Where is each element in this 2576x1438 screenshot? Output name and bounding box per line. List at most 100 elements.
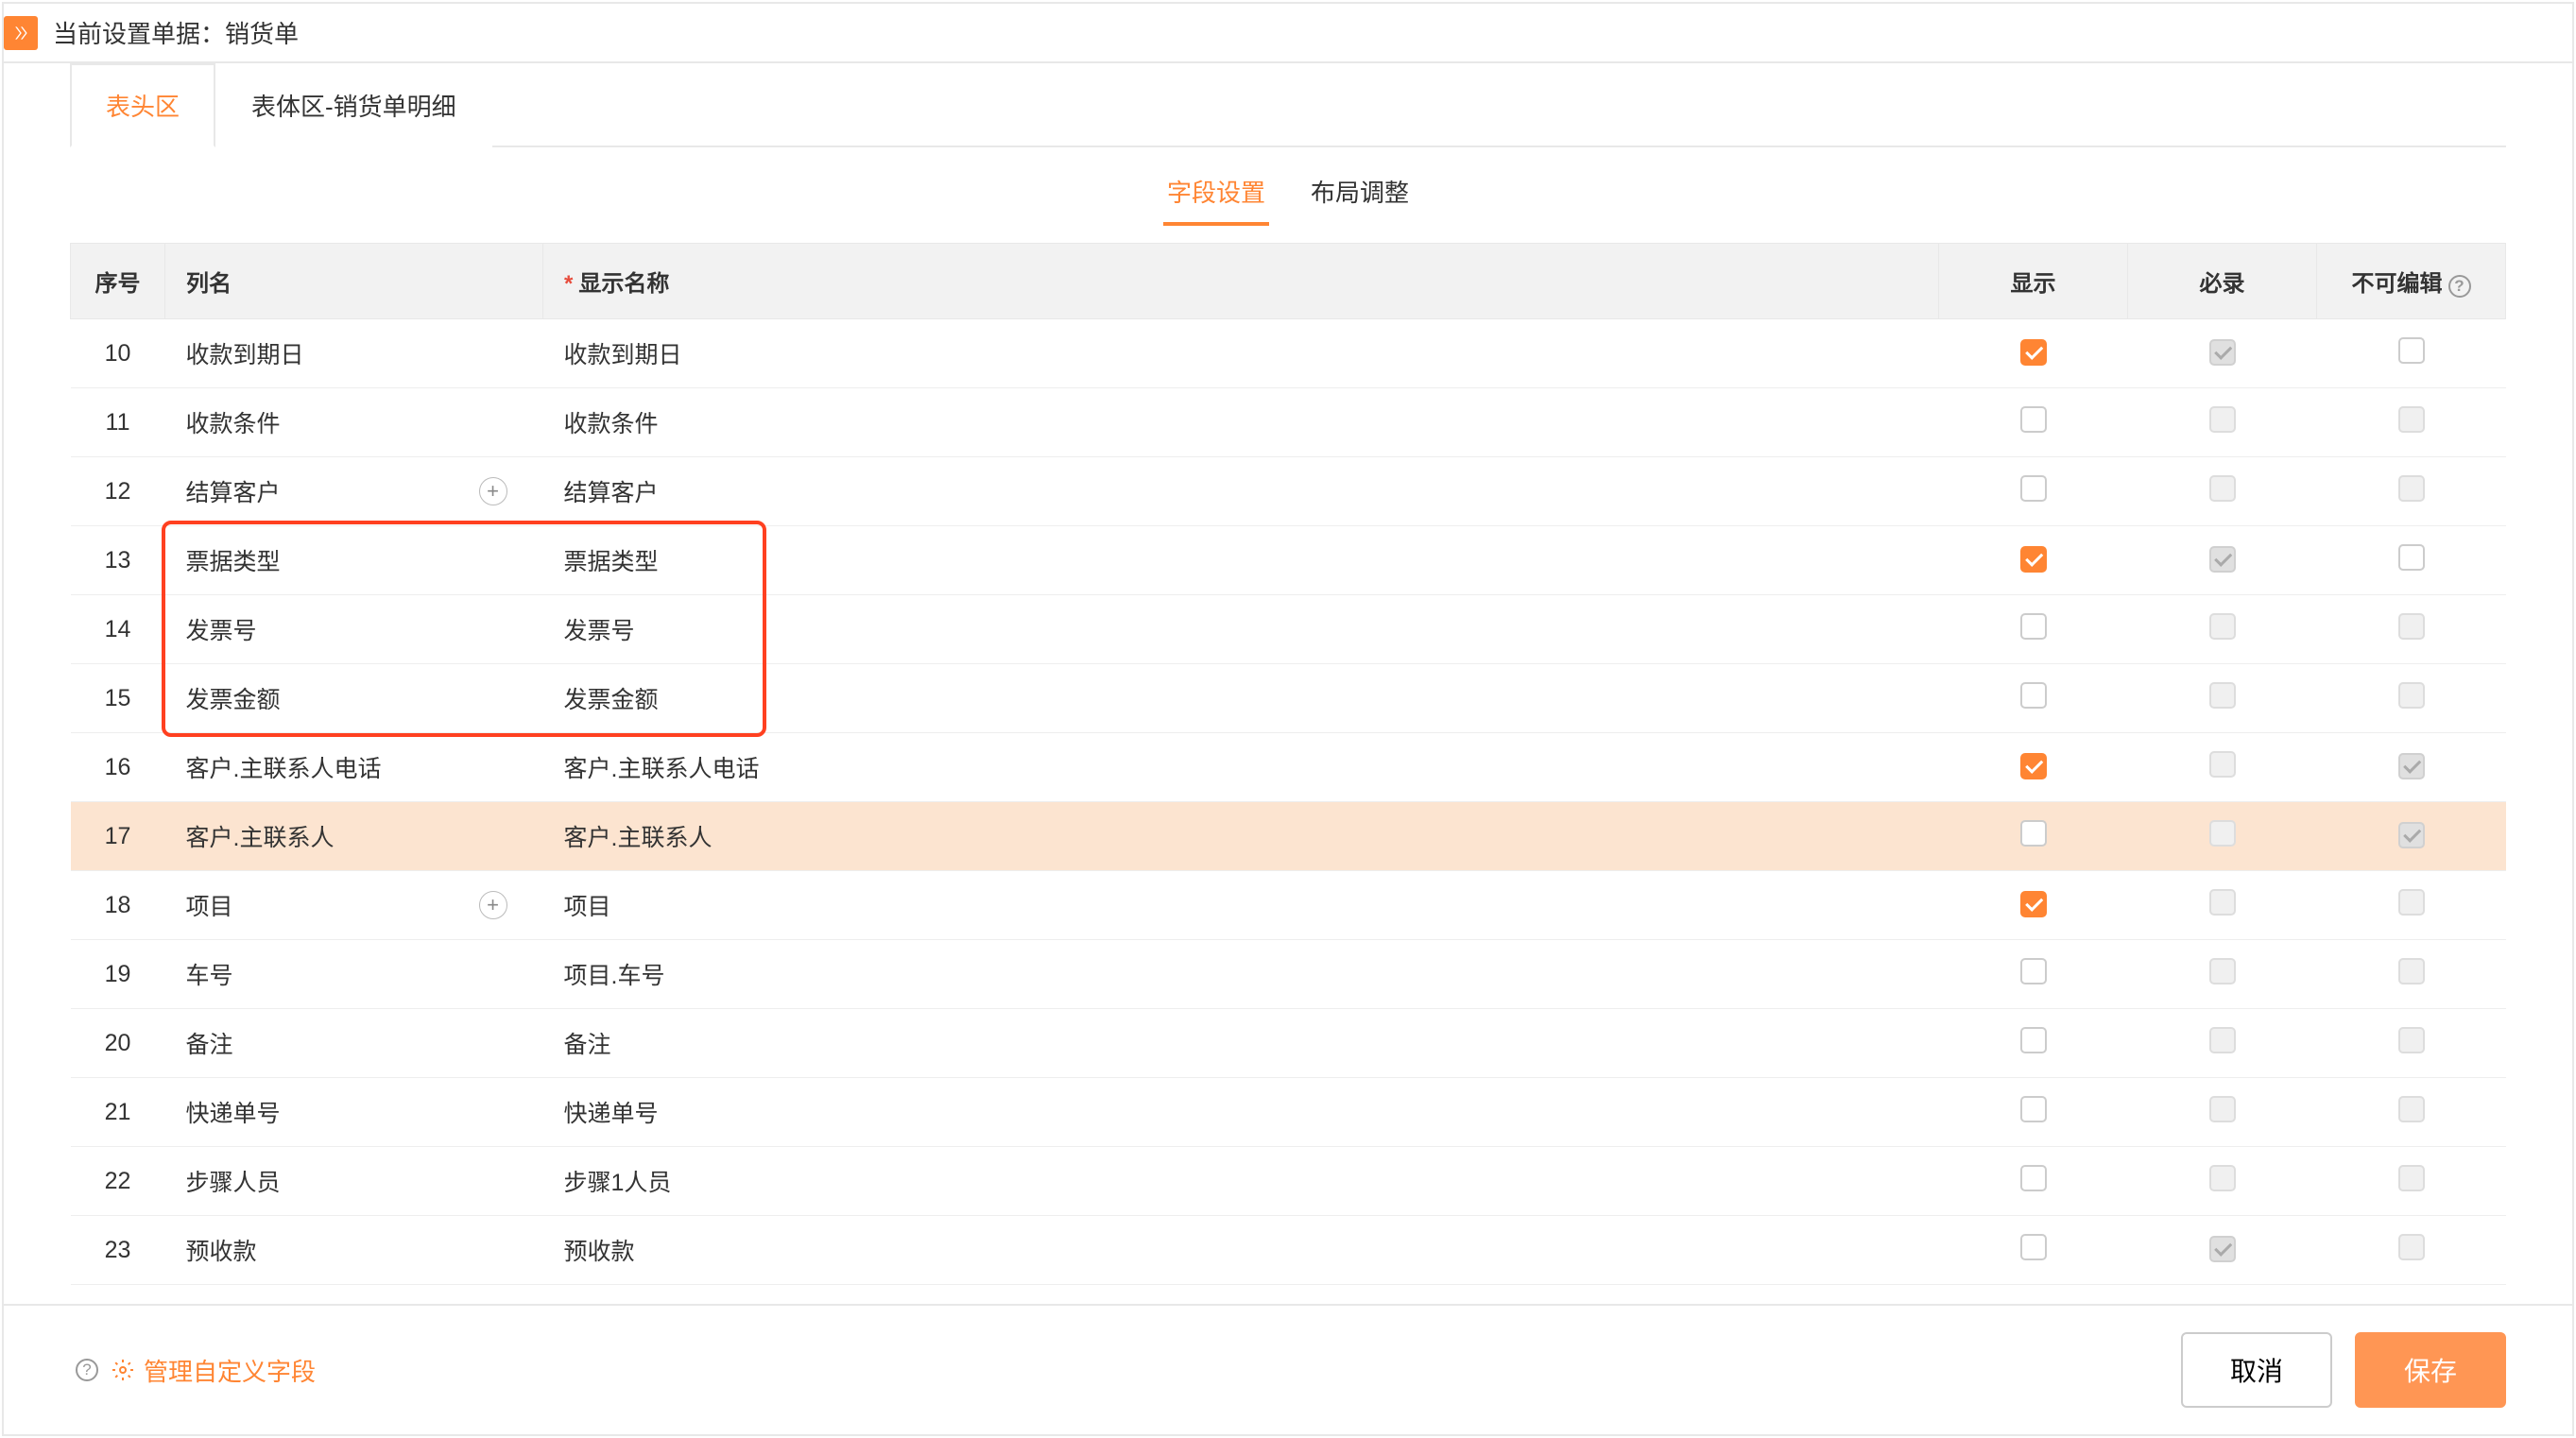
manage-custom-fields-link[interactable]: 管理自定义字段 — [112, 1353, 316, 1388]
row-readonly-cell — [2317, 664, 2506, 733]
table-row[interactable]: 11收款条件收款条件 — [71, 388, 2506, 457]
row-display-name[interactable]: 票据类型 — [543, 526, 1939, 595]
row-readonly-cell — [2317, 940, 2506, 1009]
show-checkbox[interactable] — [2020, 753, 2047, 779]
row-display-name[interactable]: 发票金额 — [543, 664, 1939, 733]
show-checkbox[interactable] — [2020, 613, 2047, 640]
row-display-name[interactable]: 结算客户 — [543, 457, 1939, 526]
row-required-cell — [2128, 940, 2317, 1009]
table-row[interactable]: 17客户.主联系人客户.主联系人 — [71, 802, 2506, 871]
required-checkbox — [2209, 820, 2236, 847]
help-icon[interactable]: ? — [2448, 275, 2471, 298]
colname-text: 票据类型 — [186, 543, 281, 577]
col-show: 显示 — [1939, 244, 2128, 319]
row-show-cell — [1939, 1009, 2128, 1078]
row-display-name[interactable]: 收款条件 — [543, 388, 1939, 457]
show-checkbox[interactable] — [2020, 891, 2047, 917]
row-readonly-cell — [2317, 802, 2506, 871]
show-checkbox[interactable] — [2020, 1096, 2047, 1122]
add-subfield-button[interactable]: + — [479, 477, 507, 505]
row-readonly-cell — [2317, 1009, 2506, 1078]
row-seq: 16 — [71, 733, 165, 802]
row-readonly-cell — [2317, 1147, 2506, 1216]
show-checkbox[interactable] — [2020, 1027, 2047, 1053]
readonly-checkbox — [2398, 682, 2425, 709]
table-row[interactable]: 15 发票金额 发票金额 — [71, 664, 2506, 733]
readonly-checkbox — [2398, 958, 2425, 984]
row-readonly-cell — [2317, 388, 2506, 457]
row-colname: 票据类型 — [165, 526, 543, 595]
show-checkbox[interactable] — [2020, 339, 2047, 366]
readonly-checkbox — [2398, 1165, 2425, 1191]
readonly-checkbox — [2398, 613, 2425, 640]
row-display-name[interactable]: 客户.主联系人电话 — [543, 733, 1939, 802]
table-row[interactable]: 20备注备注 — [71, 1009, 2506, 1078]
table-row[interactable]: 18项目+项目 — [71, 871, 2506, 940]
row-display-name[interactable]: 备注 — [543, 1009, 1939, 1078]
row-display-name[interactable]: 项目 — [543, 871, 1939, 940]
show-checkbox[interactable] — [2020, 820, 2047, 847]
readonly-checkbox[interactable] — [2398, 544, 2425, 571]
table-row[interactable]: 16客户.主联系人电话客户.主联系人电话 — [71, 733, 2506, 802]
table-row[interactable]: 12结算客户+结算客户 — [71, 457, 2506, 526]
area-tab-0[interactable]: 表头区 — [70, 63, 215, 147]
row-required-cell — [2128, 733, 2317, 802]
row-required-cell — [2128, 319, 2317, 388]
row-display-name[interactable]: 客户.主联系人 — [543, 802, 1939, 871]
row-display-name[interactable]: 步骤1人员 — [543, 1147, 1939, 1216]
row-colname: 发票号 — [165, 595, 543, 664]
show-checkbox[interactable] — [2020, 546, 2047, 573]
row-colname: 快递单号 — [165, 1078, 543, 1147]
table-row[interactable]: 13票据类型票据类型 — [71, 526, 2506, 595]
row-required-cell — [2128, 388, 2317, 457]
row-display-name[interactable]: 发票号 — [543, 595, 1939, 664]
show-checkbox[interactable] — [2020, 1165, 2047, 1191]
required-checkbox — [2209, 406, 2236, 433]
row-seq: 18 — [71, 871, 165, 940]
colname-text: 发票金额 — [186, 681, 281, 715]
row-display-name[interactable]: 快递单号 — [543, 1078, 1939, 1147]
show-checkbox[interactable] — [2020, 682, 2047, 709]
row-seq: 21 — [71, 1078, 165, 1147]
sub-tab-1[interactable]: 布局调整 — [1307, 174, 1413, 226]
required-checkbox — [2209, 1236, 2236, 1262]
expand-toggle-button[interactable] — [4, 16, 38, 50]
row-seq: 12 — [71, 457, 165, 526]
required-star-icon: * — [564, 271, 573, 297]
readonly-checkbox — [2398, 822, 2425, 848]
area-tab-1[interactable]: 表体区-销货单明细 — [215, 63, 492, 147]
readonly-checkbox — [2398, 475, 2425, 502]
show-checkbox[interactable] — [2020, 475, 2047, 502]
row-show-cell — [1939, 940, 2128, 1009]
row-required-cell — [2128, 871, 2317, 940]
sub-tab-0[interactable]: 字段设置 — [1163, 174, 1269, 226]
table-row[interactable]: 10收款到期日收款到期日 — [71, 319, 2506, 388]
show-checkbox[interactable] — [2020, 958, 2047, 984]
help-icon[interactable]: ? — [76, 1359, 98, 1381]
table-row[interactable]: 19车号项目.车号 — [71, 940, 2506, 1009]
row-display-name[interactable]: 项目.车号 — [543, 940, 1939, 1009]
readonly-checkbox — [2398, 889, 2425, 916]
table-row[interactable]: 14发票号发票号 — [71, 595, 2506, 664]
cancel-button[interactable]: 取消 — [2181, 1332, 2332, 1408]
row-display-name[interactable]: 预收款 — [543, 1216, 1939, 1285]
row-seq: 15 — [71, 664, 165, 733]
row-readonly-cell — [2317, 595, 2506, 664]
row-required-cell — [2128, 664, 2317, 733]
row-required-cell — [2128, 595, 2317, 664]
table-row[interactable]: 23预收款预收款 — [71, 1216, 2506, 1285]
add-subfield-button[interactable]: + — [479, 891, 507, 919]
show-checkbox[interactable] — [2020, 406, 2047, 433]
save-button[interactable]: 保存 — [2355, 1332, 2506, 1408]
table-row[interactable]: 21快递单号快递单号 — [71, 1078, 2506, 1147]
colname-text: 车号 — [186, 957, 233, 991]
readonly-checkbox[interactable] — [2398, 337, 2425, 364]
row-display-name[interactable]: 收款到期日 — [543, 319, 1939, 388]
show-checkbox[interactable] — [2020, 1234, 2047, 1260]
readonly-checkbox — [2398, 1234, 2425, 1260]
row-show-cell — [1939, 388, 2128, 457]
table-row[interactable]: 22步骤人员步骤1人员 — [71, 1147, 2506, 1216]
row-show-cell — [1939, 871, 2128, 940]
required-checkbox — [2209, 475, 2236, 502]
colname-text: 步骤人员 — [186, 1164, 281, 1198]
